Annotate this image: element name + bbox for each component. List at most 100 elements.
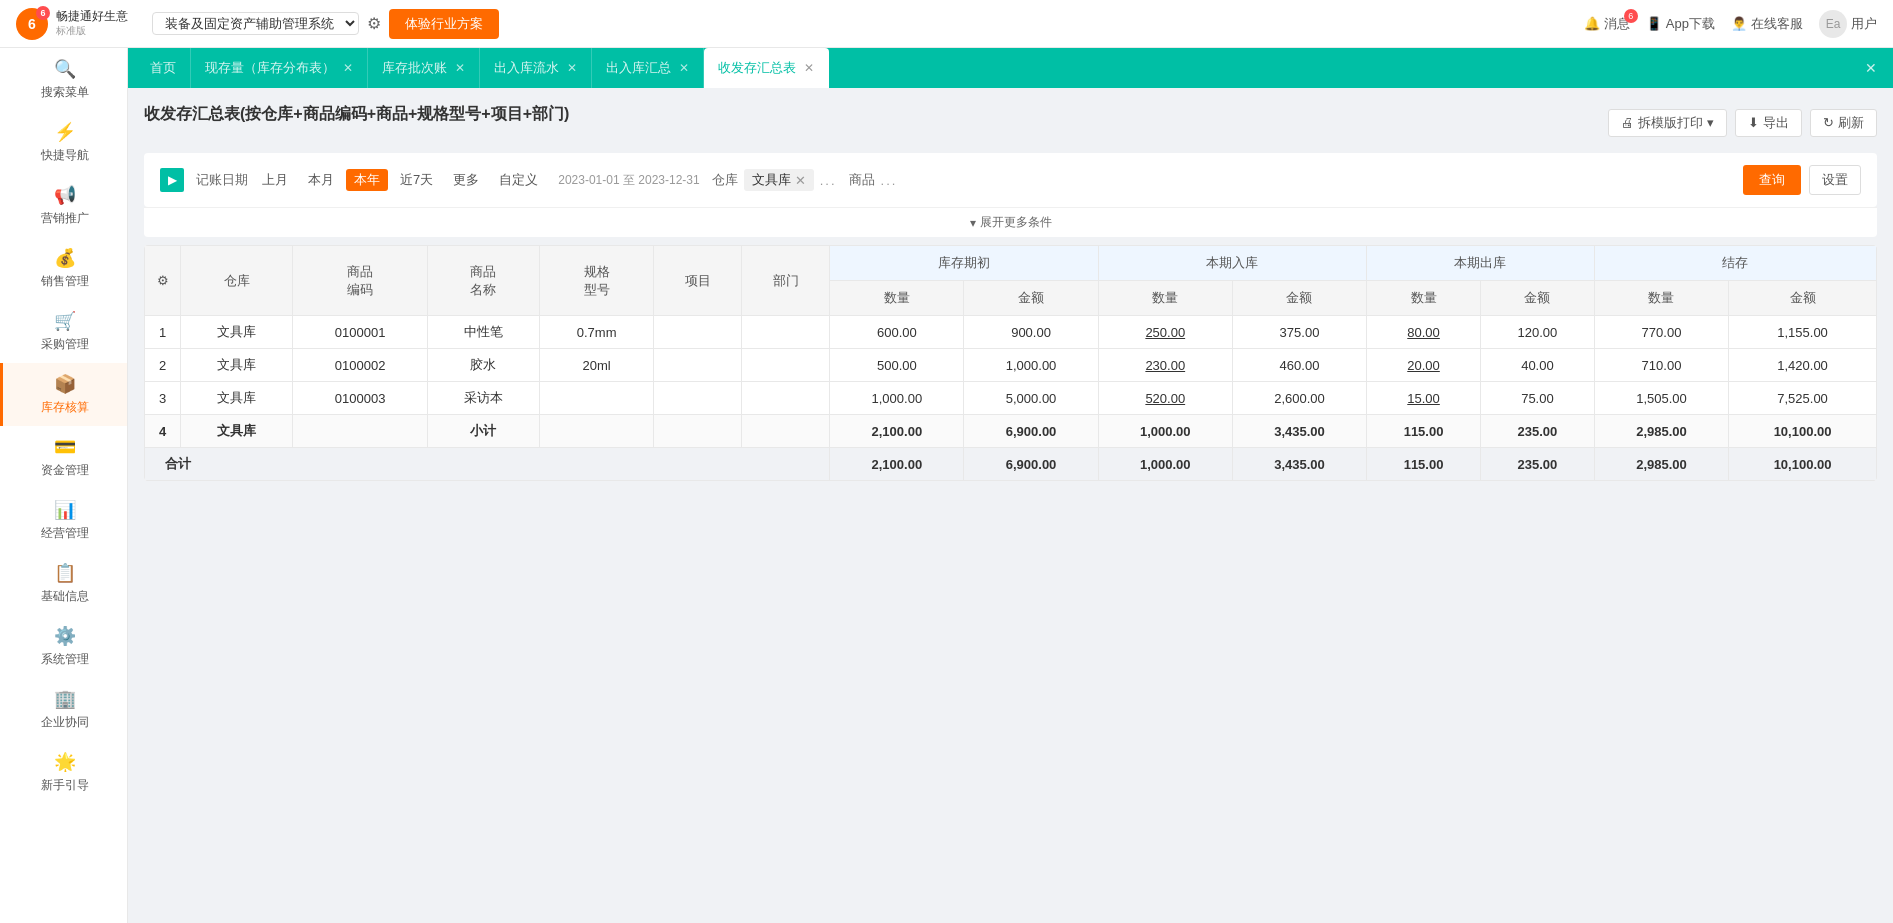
row-in-qty[interactable]: 520.00 [1098, 382, 1232, 415]
sidebar-label-inventory: 库存核算 [41, 399, 89, 416]
expand-conditions-button[interactable]: ▾ 展开更多条件 [970, 214, 1052, 231]
trial-button[interactable]: 体验行业方案 [389, 9, 499, 39]
warehouse-more-button[interactable]: ... [820, 173, 837, 188]
table-row: 3文具库0100003采访本1,000.005,000.00520.002,60… [145, 382, 1877, 415]
logo-badge: 6 [36, 6, 50, 20]
footer-open-qty: 2,100.00 [830, 448, 964, 481]
sidebar-item-quicknav[interactable]: ⚡快捷导航 [0, 111, 127, 174]
tab-home[interactable]: 首页 [136, 48, 191, 88]
table-row: 1文具库0100001中性笔0.7mm600.00900.00250.00375… [145, 316, 1877, 349]
sidebar-label-operations: 经营管理 [41, 525, 89, 542]
row-project [654, 382, 742, 415]
row-num: 4 [145, 415, 181, 448]
row-in-qty[interactable]: 250.00 [1098, 316, 1232, 349]
tag-close-icon[interactable]: ✕ [795, 173, 806, 188]
date-option-本月[interactable]: 本月 [300, 169, 342, 191]
tab-close-icon-recv-send[interactable]: ✕ [804, 61, 814, 75]
sidebar-label-quicknav: 快捷导航 [41, 147, 89, 164]
tab-inout-summary[interactable]: 出入库汇总✕ [592, 48, 704, 88]
sidebar-item-system[interactable]: ⚙️系统管理 [0, 615, 127, 678]
sidebar: 🔍搜索菜单⚡快捷导航📢营销推广💰销售管理🛒采购管理📦库存核算💳资金管理📊经营管理… [0, 48, 128, 923]
row-dept [742, 382, 830, 415]
system-title-dropdown[interactable]: 装备及固定资产辅助管理系统 [152, 12, 359, 35]
sidebar-item-operations[interactable]: 📊经营管理 [0, 489, 127, 552]
page-title: 收发存汇总表(按仓库+商品编码+商品+规格型号+项目+部门) [144, 104, 569, 125]
tab-recv-send[interactable]: 收发存汇总表✕ [704, 48, 829, 88]
tab-label-batch: 库存批次账 [382, 59, 447, 77]
row-open-amt: 5,000.00 [964, 382, 1098, 415]
notification-button[interactable]: 🔔 消息 6 [1584, 15, 1630, 33]
row-out-qty[interactable]: 15.00 [1367, 382, 1481, 415]
date-range-display: 2023-01-01 至 2023-12-31 [558, 172, 699, 189]
sidebar-item-purchase[interactable]: 🛒采购管理 [0, 300, 127, 363]
table-settings-col[interactable]: ⚙ [145, 246, 181, 316]
settings-button[interactable]: 设置 [1809, 165, 1861, 195]
export-button[interactable]: ⬇ 导出 [1735, 109, 1802, 137]
tab-close-icon-inout-flow[interactable]: ✕ [567, 61, 577, 75]
query-button[interactable]: 查询 [1743, 165, 1801, 195]
th-group-balance: 结存 [1594, 246, 1876, 281]
settings-icon-button[interactable]: ⚙ [367, 14, 381, 33]
row-spec: 0.7mm [540, 316, 654, 349]
chevron-down-icon: ▾ [970, 216, 976, 230]
row-bal-qty: 770.00 [1594, 316, 1728, 349]
sidebar-icon-system: ⚙️ [54, 625, 76, 647]
tab-close-icon-stock-dist[interactable]: ✕ [343, 61, 353, 75]
tab-stock-dist[interactable]: 现存量（库存分布表）✕ [191, 48, 368, 88]
th-in-amt: 金额 [1232, 281, 1366, 316]
tab-batch[interactable]: 库存批次账 ✕ [368, 48, 480, 88]
row-out-qty[interactable]: 80.00 [1367, 316, 1481, 349]
sidebar-item-finance[interactable]: 💳资金管理 [0, 426, 127, 489]
user-menu-button[interactable]: Ea 用户 [1819, 10, 1877, 38]
online-service-button[interactable]: 👨‍💼 在线客服 [1731, 15, 1803, 33]
sidebar-item-enterprise[interactable]: 🏢企业协同 [0, 678, 127, 741]
total-row: 合计 2,100.00 6,900.00 1,000.00 3,435.00 1… [145, 448, 1877, 481]
sidebar-item-marketing[interactable]: 📢营销推广 [0, 174, 127, 237]
sidebar-icon-sales: 💰 [54, 247, 76, 269]
sidebar-item-guide[interactable]: 🌟新手引导 [0, 741, 127, 804]
row-in-qty[interactable]: 230.00 [1098, 349, 1232, 382]
sidebar-label-marketing: 营销推广 [41, 210, 89, 227]
row-bal-amt: 1,420.00 [1729, 349, 1877, 382]
th-open-amt: 金额 [964, 281, 1098, 316]
print-button[interactable]: 🖨 拆模版打印 ▾ [1608, 109, 1727, 137]
footer-out-amt: 235.00 [1480, 448, 1594, 481]
sidebar-item-inventory[interactable]: 📦库存核算 [0, 363, 127, 426]
date-option-更多[interactable]: 更多 [445, 169, 487, 191]
system-title-area: 装备及固定资产辅助管理系统 ⚙ 体验行业方案 [152, 9, 499, 39]
row-out-amt: 75.00 [1480, 382, 1594, 415]
goods-more-button[interactable]: ... [881, 173, 898, 188]
th-in-qty: 数量 [1098, 281, 1232, 316]
sidebar-item-search[interactable]: 🔍搜索菜单 [0, 48, 127, 111]
table-row: 2文具库0100002胶水20ml500.001,000.00230.00460… [145, 349, 1877, 382]
sidebar-item-sales[interactable]: 💰销售管理 [0, 237, 127, 300]
date-option-本年[interactable]: 本年 [346, 169, 388, 191]
row-bal-amt: 7,525.00 [1729, 382, 1877, 415]
warehouse-tag[interactable]: 文具库 ✕ [744, 169, 814, 191]
sidebar-item-basicinfo[interactable]: 📋基础信息 [0, 552, 127, 615]
tab-close-icon-batch[interactable]: ✕ [455, 61, 465, 75]
date-option-近7天[interactable]: 近7天 [392, 169, 441, 191]
row-spec [540, 415, 654, 448]
tab-inout-flow[interactable]: 出入库流水✕ [480, 48, 592, 88]
date-option-上月[interactable]: 上月 [254, 169, 296, 191]
row-code: 0100001 [293, 316, 427, 349]
phone-icon: 📱 [1646, 16, 1662, 31]
row-open-qty: 2,100.00 [830, 415, 964, 448]
date-option-自定义[interactable]: 自定义 [491, 169, 546, 191]
th-group-period-out: 本期出库 [1367, 246, 1595, 281]
row-open-qty: 600.00 [830, 316, 964, 349]
app-download-button[interactable]: 📱 App下载 [1646, 15, 1715, 33]
row-name: 小计 [427, 415, 539, 448]
row-project [654, 316, 742, 349]
row-bal-qty: 2,985.00 [1594, 415, 1728, 448]
sidebar-icon-guide: 🌟 [54, 751, 76, 773]
data-table: ⚙ 仓库 商品编码 商品名称 规格型号 项目 部门 库存期初 本期入库 本期出库 [144, 245, 1877, 481]
refresh-button[interactable]: ↻ 刷新 [1810, 109, 1877, 137]
footer-out-qty: 115.00 [1367, 448, 1481, 481]
tab-close-icon-inout-summary[interactable]: ✕ [679, 61, 689, 75]
tab-bar-close-button[interactable]: ✕ [1865, 60, 1877, 76]
filter-collapse-button[interactable]: ▶ [160, 168, 184, 192]
row-out-qty[interactable]: 20.00 [1367, 349, 1481, 382]
row-project [654, 349, 742, 382]
